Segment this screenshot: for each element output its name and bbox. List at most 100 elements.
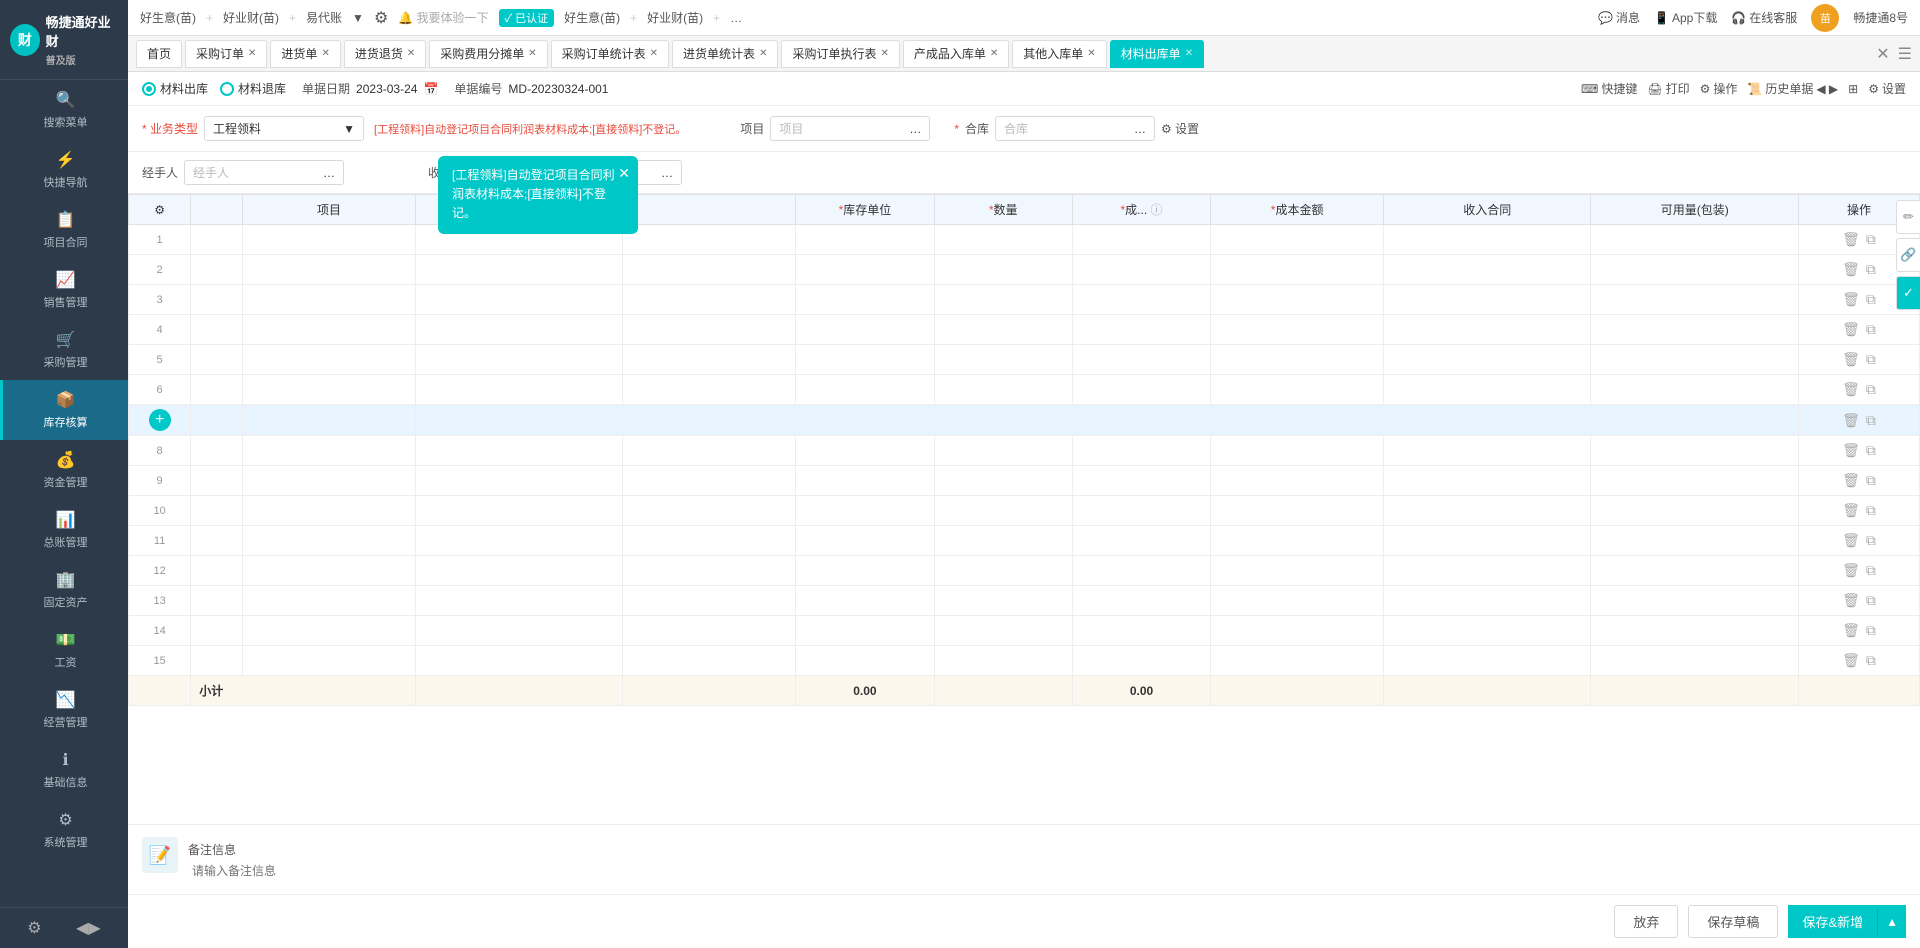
tab-purchase-expense[interactable]: 采购费用分摊单 ✕ <box>429 40 547 68</box>
copy-row-btn[interactable]: ⧉ <box>1866 592 1876 609</box>
right-panel-btn-1[interactable]: ✏ <box>1896 200 1920 234</box>
warehouse-select[interactable]: 合库 … <box>995 116 1155 141</box>
notes-input[interactable] <box>188 860 351 882</box>
copy-row-btn[interactable]: ⧉ <box>1866 351 1876 368</box>
delete-row-btn[interactable]: 🗑 <box>1842 381 1860 398</box>
delete-row-btn[interactable]: 🗑 <box>1842 472 1860 489</box>
shortcut-btn[interactable]: ⌨ 快捷键 <box>1581 80 1637 97</box>
tab-finished-goods[interactable]: 产成品入库单 ✕ <box>903 40 1009 68</box>
delete-row-btn[interactable]: 🗑 <box>1842 592 1860 609</box>
radio-material-return[interactable]: 材料退库 <box>220 80 286 97</box>
save-new-main-btn[interactable]: 保存&新增 <box>1788 906 1877 937</box>
delete-row-btn[interactable]: 🗑 <box>1842 351 1860 368</box>
sidebar-item-sysadmin[interactable]: ⚙ 系统管理 <box>0 800 128 860</box>
history-btn[interactable]: 📜 历史单据 ◀ ▶ <box>1747 80 1838 97</box>
delete-row-btn[interactable]: 🗑 <box>1842 442 1860 459</box>
tab-purchase-receipt-close[interactable]: ✕ <box>321 48 329 59</box>
delete-row-btn[interactable]: 🗑 <box>1842 261 1860 278</box>
tab-purchase-return-close[interactable]: ✕ <box>407 48 415 59</box>
settings-row-btn[interactable]: ⚙ 设置 <box>1161 120 1199 137</box>
collapse-btn[interactable]: ◀▶ <box>76 918 101 938</box>
copy-row-btn[interactable]: ⧉ <box>1866 381 1876 398</box>
delete-row-btn[interactable]: 🗑 <box>1842 291 1860 308</box>
copy-row-btn[interactable]: ⧉ <box>1866 502 1876 519</box>
app-download-btn[interactable]: 📱 App下载 <box>1654 9 1717 26</box>
tab-finished-goods-close[interactable]: ✕ <box>990 48 998 59</box>
copy-row-btn[interactable]: ⧉ <box>1866 622 1876 639</box>
sidebar-item-search[interactable]: 🔍 搜索菜单 <box>0 80 128 140</box>
tabs-close-all[interactable]: ✕ <box>1876 44 1889 64</box>
delete-row-btn[interactable]: 🗑 <box>1842 562 1860 579</box>
tab-purchase-exec[interactable]: 采购订单执行表 ✕ <box>781 40 899 68</box>
operation-btn[interactable]: ⚙ 操作 <box>1700 80 1738 97</box>
tab-purchase-exec-close[interactable]: ✕ <box>880 48 888 59</box>
message-btn[interactable]: 💬 消息 <box>1598 9 1640 26</box>
topbar-nav-yidaizhang[interactable]: 易代账 <box>306 9 342 26</box>
copy-row-btn[interactable]: ⧉ <box>1866 442 1876 459</box>
topbar-nav-haosy[interactable]: 好生意(苗) <box>140 9 196 26</box>
sidebar-item-payroll[interactable]: 💵 工资 <box>0 620 128 680</box>
tab-receipt-stat[interactable]: 进货单统计表 ✕ <box>672 40 778 68</box>
sidebar-item-basicinfo[interactable]: ℹ 基础信息 <box>0 740 128 800</box>
sidebar-item-inventory[interactable]: 📦 库存核算 <box>0 380 128 440</box>
copy-row-btn[interactable]: ⧉ <box>1866 562 1876 579</box>
project-select[interactable]: 项目 … <box>770 116 930 141</box>
copy-row-btn[interactable]: ⧉ <box>1866 652 1876 669</box>
delete-row-btn[interactable]: 🗑 <box>1842 652 1860 669</box>
save-new-arrow-btn[interactable]: ▲ <box>1877 909 1906 935</box>
business-type-select[interactable]: 工程领料 ▼ <box>204 116 364 141</box>
tab-purchase-stat[interactable]: 采购订单统计表 ✕ <box>551 40 669 68</box>
sidebar-item-assets[interactable]: 🏢 固定资产 <box>0 560 128 620</box>
tab-material-issue-close[interactable]: ✕ <box>1185 48 1193 59</box>
topbar-nav-dropdown[interactable]: ▼ <box>352 11 364 25</box>
tab-other-receipt[interactable]: 其他入库单 ✕ <box>1012 40 1106 68</box>
tab-purchase-stat-close[interactable]: ✕ <box>650 48 658 59</box>
delete-row-btn[interactable]: 🗑 <box>1842 502 1860 519</box>
tab-purchase-expense-close[interactable]: ✕ <box>528 48 536 59</box>
topbar-haoyecaim[interactable]: 好业财(苗) <box>647 9 703 26</box>
add-row-btn[interactable]: + <box>149 409 171 431</box>
tab-other-receipt-close[interactable]: ✕ <box>1087 48 1095 59</box>
print-btn[interactable]: 🖨 打印 <box>1647 80 1689 97</box>
delete-row-btn[interactable]: 🗑 <box>1842 532 1860 549</box>
tab-purchase-order[interactable]: 采购订单 ✕ <box>185 40 267 68</box>
topbar-settings-icon[interactable]: ⚙ <box>374 8 388 28</box>
sidebar-item-quicknav[interactable]: ⚡ 快捷导航 <box>0 140 128 200</box>
copy-row-btn[interactable]: ⧉ <box>1866 291 1876 308</box>
discard-button[interactable]: 放弃 <box>1614 905 1678 938</box>
topbar-nav-haoyecai[interactable]: 好业财(苗) <box>223 9 279 26</box>
sidebar-item-ledger[interactable]: 📊 总账管理 <box>0 500 128 560</box>
online-service-btn[interactable]: 🎧 在线客服 <box>1731 9 1797 26</box>
delete-row-btn[interactable]: 🗑 <box>1842 321 1860 338</box>
tab-purchase-receipt[interactable]: 进货单 ✕ <box>270 40 340 68</box>
copy-row-btn[interactable]: ⧉ <box>1866 472 1876 489</box>
sidebar-item-project[interactable]: 📋 项目合同 <box>0 200 128 260</box>
sidebar-item-operations[interactable]: 📉 经营管理 <box>0 680 128 740</box>
topbar-haosym[interactable]: 好生意(苗) <box>564 9 620 26</box>
col-settings-header[interactable]: ⚙ <box>129 195 191 225</box>
tab-home[interactable]: 首页 <box>136 40 182 68</box>
copy-row-btn[interactable]: ⧉ <box>1866 412 1876 429</box>
tabs-more[interactable]: ☰ <box>1898 44 1912 64</box>
tab-material-issue[interactable]: 材料出库单 ✕ <box>1110 40 1204 68</box>
tab-receipt-stat-close[interactable]: ✕ <box>759 48 767 59</box>
tooltip-close-btn[interactable]: ✕ <box>618 162 630 184</box>
user-avatar[interactable]: 苗 <box>1811 4 1839 32</box>
tab-purchase-order-close[interactable]: ✕ <box>248 48 256 59</box>
radio-material-issue[interactable]: 材料出库 <box>142 80 208 97</box>
copy-row-btn[interactable]: ⧉ <box>1866 532 1876 549</box>
settings-bottom-btn[interactable]: ⚙ <box>27 918 41 938</box>
topbar-more[interactable]: … <box>730 11 742 25</box>
sidebar-item-finance[interactable]: 💰 资金管理 <box>0 440 128 500</box>
view-toggle-btn[interactable]: ⊞ <box>1848 82 1858 96</box>
topbar-experience[interactable]: 🔔 我要体验一下 <box>398 9 488 26</box>
delete-row-btn[interactable]: 🗑 <box>1842 412 1860 429</box>
delete-row-btn[interactable]: 🗑 <box>1842 231 1860 248</box>
user-name[interactable]: 畅捷通8号 <box>1853 9 1908 26</box>
settings-btn[interactable]: ⚙ 设置 <box>1868 80 1906 97</box>
tab-purchase-return[interactable]: 进货退货 ✕ <box>344 40 426 68</box>
sidebar-item-sales[interactable]: 📈 销售管理 <box>0 260 128 320</box>
right-panel-btn-2[interactable]: 🔗 <box>1896 238 1920 272</box>
delete-row-btn[interactable]: 🗑 <box>1842 622 1860 639</box>
sidebar-item-purchase[interactable]: 🛒 采购管理 <box>0 320 128 380</box>
